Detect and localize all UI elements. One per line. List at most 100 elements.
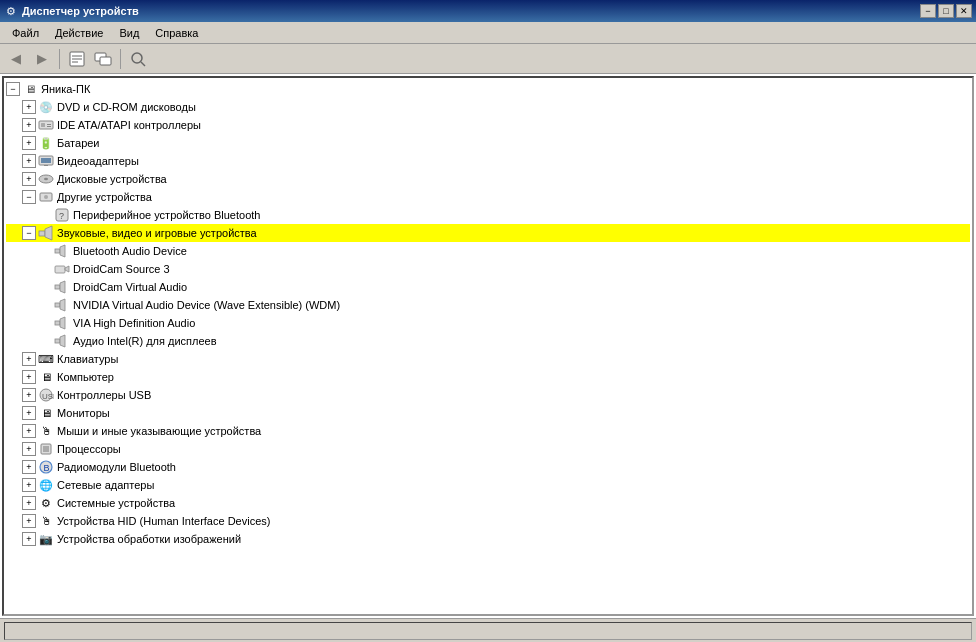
close-button[interactable]: ✕ — [956, 4, 972, 18]
tree-item-system[interactable]: + ⚙ Системные устройства — [6, 494, 970, 512]
forward-button[interactable]: ▶ — [30, 47, 54, 71]
svg-text:?: ? — [59, 211, 64, 221]
no-expand-via — [38, 316, 52, 330]
tree-item-cpu[interactable]: + Процессоры — [6, 440, 970, 458]
back-button[interactable]: ◀ — [4, 47, 28, 71]
update-button[interactable] — [91, 47, 115, 71]
expand-dvd[interactable]: + — [22, 100, 36, 114]
expand-hid[interactable]: + — [22, 514, 36, 528]
svg-text:USB: USB — [42, 392, 54, 401]
tree-item-imaging[interactable]: + 📷 Устройства обработки изображений — [6, 530, 970, 548]
svg-rect-23 — [55, 249, 60, 253]
icon-usb: USB — [38, 387, 54, 403]
icon-nvidia-audio — [54, 297, 70, 313]
no-expand-bt-audio — [38, 244, 52, 258]
tree-item-keyboards[interactable]: + ⌨ Клавиатуры — [6, 350, 970, 368]
tree-item-monitors[interactable]: + 🖥 Мониторы — [6, 404, 970, 422]
icon-via-audio — [54, 315, 70, 331]
tree-item-net[interactable]: + 🌐 Сетевые адаптеры — [6, 476, 970, 494]
expand-usb[interactable]: + — [22, 388, 36, 402]
expand-disk[interactable]: + — [22, 172, 36, 186]
label-root: Яника-ПК — [41, 83, 90, 95]
tree-item-bt-audio[interactable]: Bluetooth Audio Device — [6, 242, 970, 260]
icon-imaging: 📷 — [38, 531, 54, 547]
menu-file[interactable]: Файл — [4, 25, 47, 41]
svg-rect-9 — [41, 123, 45, 127]
svg-rect-14 — [44, 165, 48, 166]
icon-audio-devices — [38, 225, 54, 241]
window-icon: ⚙ — [4, 4, 18, 18]
toolbar-separator-1 — [59, 49, 60, 69]
icon-mice: 🖱 — [38, 423, 54, 439]
expand-cpu[interactable]: + — [22, 442, 36, 456]
expand-monitors[interactable]: + — [22, 406, 36, 420]
label-system: Системные устройства — [57, 497, 175, 509]
tree-item-intel-audio[interactable]: Аудио Intel(R) для дисплеев — [6, 332, 970, 350]
icon-bt-radio: B — [38, 459, 54, 475]
expand-other[interactable]: − — [22, 190, 36, 204]
tree-item-video[interactable]: + Видеоадаптеры — [6, 152, 970, 170]
properties-button[interactable] — [65, 47, 89, 71]
expand-audio[interactable]: − — [22, 226, 36, 240]
scan-button[interactable] — [126, 47, 150, 71]
expand-keyboards[interactable]: + — [22, 352, 36, 366]
menu-help[interactable]: Справка — [147, 25, 206, 41]
icon-bt-periph: ? — [54, 207, 70, 223]
label-keyboards: Клавиатуры — [57, 353, 118, 365]
svg-rect-29 — [55, 303, 60, 307]
device-tree[interactable]: − 🖥 Яника-ПК + 💿 DVD и CD-ROM дисководы … — [2, 76, 974, 616]
expand-computer[interactable]: + — [22, 370, 36, 384]
label-monitors: Мониторы — [57, 407, 110, 419]
tree-item-bt-periph[interactable]: ? Периферийное устройство Bluetooth — [6, 206, 970, 224]
label-via-audio: VIA High Definition Audio — [73, 317, 195, 329]
icon-video — [38, 153, 54, 169]
tree-item-nvidia-audio[interactable]: NVIDIA Virtual Audio Device (Wave Extens… — [6, 296, 970, 314]
menu-action[interactable]: Действие — [47, 25, 111, 41]
tree-item-droidcam-virt[interactable]: DroidCam Virtual Audio — [6, 278, 970, 296]
expand-mice[interactable]: + — [22, 424, 36, 438]
expand-root[interactable]: − — [6, 82, 20, 96]
label-disk: Дисковые устройства — [57, 173, 167, 185]
svg-line-7 — [141, 62, 145, 66]
tree-item-hid[interactable]: + 🖱 Устройства HID (Human Interface Devi… — [6, 512, 970, 530]
tree-item-ide[interactable]: + IDE ATA/ATAPI контроллеры — [6, 116, 970, 134]
tree-item-dvd[interactable]: + 💿 DVD и CD-ROM дисководы — [6, 98, 970, 116]
tree-item-other[interactable]: − Другие устройства — [6, 188, 970, 206]
svg-rect-11 — [47, 126, 51, 127]
status-text — [4, 622, 972, 640]
icon-batteries: 🔋 — [38, 135, 54, 151]
tree-item-disk[interactable]: + Дисковые устройства — [6, 170, 970, 188]
expand-system[interactable]: + — [22, 496, 36, 510]
expand-batteries[interactable]: + — [22, 136, 36, 150]
expand-net[interactable]: + — [22, 478, 36, 492]
maximize-button[interactable]: □ — [938, 4, 954, 18]
expand-imaging[interactable]: + — [22, 532, 36, 546]
menu-view[interactable]: Вид — [111, 25, 147, 41]
tree-item-bt-radio[interactable]: + B Радиомодули Bluetooth — [6, 458, 970, 476]
icon-disk — [38, 171, 54, 187]
tree-item-root[interactable]: − 🖥 Яника-ПК — [6, 80, 970, 98]
icon-droidcam3 — [54, 261, 70, 277]
tree-item-computer[interactable]: + 🖥 Компьютер — [6, 368, 970, 386]
icon-hid: 🖱 — [38, 513, 54, 529]
tree-item-audio-devices[interactable]: − Звуковые, видео и игровые устройства — [6, 224, 970, 242]
label-imaging: Устройства обработки изображений — [57, 533, 241, 545]
tree-item-batteries[interactable]: + 🔋 Батареи — [6, 134, 970, 152]
expand-video[interactable]: + — [22, 154, 36, 168]
icon-keyboards: ⌨ — [38, 351, 54, 367]
icon-computer2: 🖥 — [38, 369, 54, 385]
label-bt-periph: Периферийное устройство Bluetooth — [73, 209, 260, 221]
no-expand-droidcam3 — [38, 262, 52, 276]
tree-item-mice[interactable]: + 🖱 Мыши и иные указывающие устройства — [6, 422, 970, 440]
label-intel-audio: Аудио Intel(R) для дисплеев — [73, 335, 217, 347]
label-dvd: DVD и CD-ROM дисководы — [57, 101, 196, 113]
minimize-button[interactable]: − — [920, 4, 936, 18]
label-hid: Устройства HID (Human Interface Devices) — [57, 515, 270, 527]
tree-item-droidcam3[interactable]: DroidCam Source 3 — [6, 260, 970, 278]
expand-bt-radio[interactable]: + — [22, 460, 36, 474]
icon-computer: 🖥 — [22, 81, 38, 97]
expand-ide[interactable]: + — [22, 118, 36, 132]
tree-item-usb[interactable]: + USB Контроллеры USB — [6, 386, 970, 404]
icon-bt-audio — [54, 243, 70, 259]
tree-item-via-audio[interactable]: VIA High Definition Audio — [6, 314, 970, 332]
